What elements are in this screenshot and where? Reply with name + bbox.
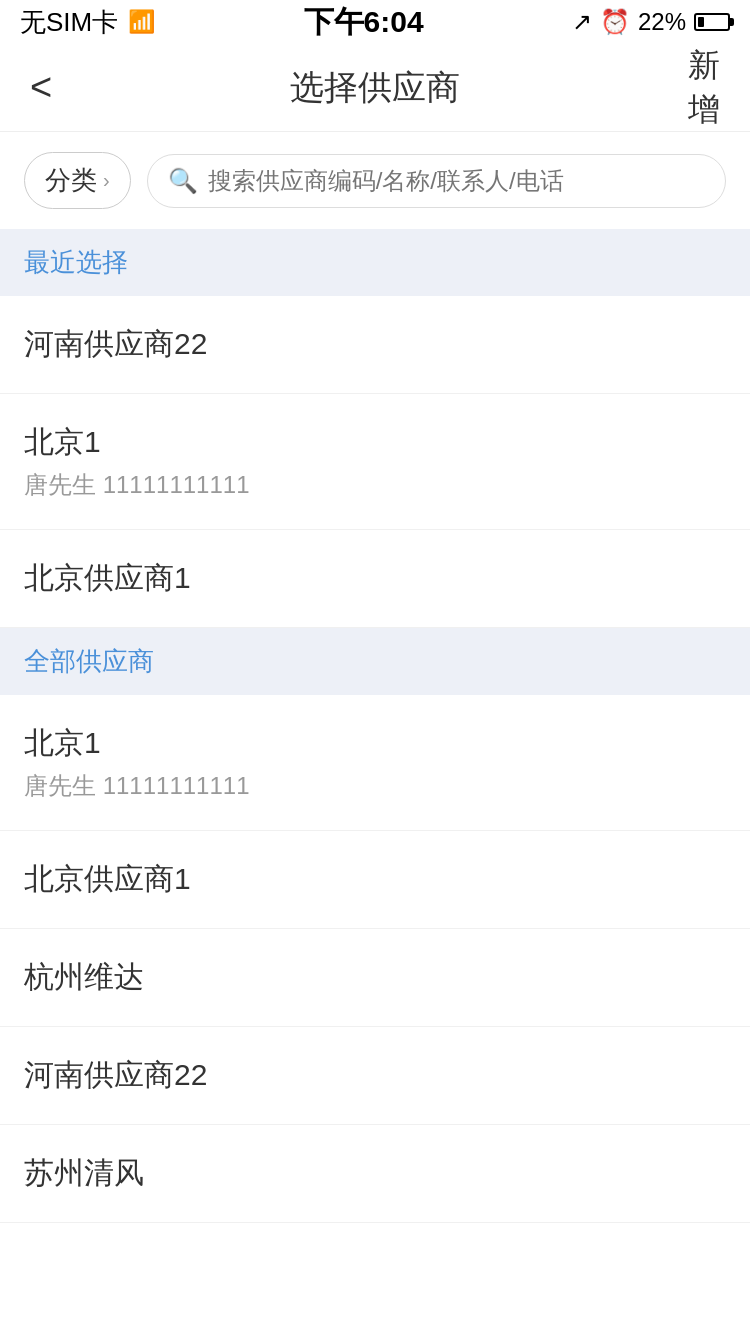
recent-section-header: 最近选择 (0, 229, 750, 296)
nav-bar: < 选择供应商 新增 (0, 44, 750, 132)
item-name: 北京1 (24, 723, 726, 764)
category-label: 分类 (45, 163, 97, 198)
search-box: 🔍 (147, 154, 726, 208)
list-item[interactable]: 苏州清风 (0, 1125, 750, 1223)
list-item[interactable]: 北京1 唐先生 11111111111 (0, 695, 750, 831)
add-button[interactable]: 新增 (660, 44, 720, 132)
wifi-icon: 📶 (128, 9, 155, 35)
filter-bar: 分类 › 🔍 (0, 132, 750, 229)
category-filter-button[interactable]: 分类 › (24, 152, 131, 209)
alarm-icon: ⏰ (600, 8, 630, 36)
item-name: 北京1 (24, 422, 726, 463)
all-section-header: 全部供应商 (0, 628, 750, 695)
location-icon: ↗ (572, 8, 592, 36)
list-item[interactable]: 河南供应商22 (0, 1027, 750, 1125)
chevron-right-icon: › (103, 169, 110, 192)
all-section-title: 全部供应商 (24, 646, 154, 676)
status-bar: 无SIM卡 📶 下午6:04 ↗ ⏰ 22% (0, 0, 750, 44)
search-input[interactable] (208, 167, 705, 195)
page-title: 选择供应商 (290, 65, 460, 111)
search-icon: 🔍 (168, 167, 198, 195)
recent-section-title: 最近选择 (24, 247, 128, 277)
recent-items-list: 河南供应商22 北京1 唐先生 11111111111 北京供应商1 (0, 296, 750, 628)
item-contact: 唐先生 11111111111 (24, 469, 726, 501)
item-contact: 唐先生 11111111111 (24, 770, 726, 802)
status-carrier: 无SIM卡 📶 (20, 5, 155, 40)
all-items-list: 北京1 唐先生 11111111111 北京供应商1 杭州维达 河南供应商22 … (0, 695, 750, 1223)
back-button[interactable]: < (30, 66, 90, 109)
item-name: 杭州维达 (24, 957, 726, 998)
list-item[interactable]: 北京供应商1 (0, 530, 750, 628)
item-name: 河南供应商22 (24, 324, 726, 365)
status-right: ↗ ⏰ 22% (572, 8, 730, 36)
list-item[interactable]: 北京供应商1 (0, 831, 750, 929)
list-item[interactable]: 杭州维达 (0, 929, 750, 1027)
status-time: 下午6:04 (304, 2, 424, 43)
list-item[interactable]: 北京1 唐先生 11111111111 (0, 394, 750, 530)
item-name: 北京供应商1 (24, 558, 726, 599)
item-name: 河南供应商22 (24, 1055, 726, 1096)
item-name: 苏州清风 (24, 1153, 726, 1194)
item-name: 北京供应商1 (24, 859, 726, 900)
list-item[interactable]: 河南供应商22 (0, 296, 750, 394)
battery-percent: 22% (638, 8, 686, 36)
battery-icon (694, 13, 730, 31)
